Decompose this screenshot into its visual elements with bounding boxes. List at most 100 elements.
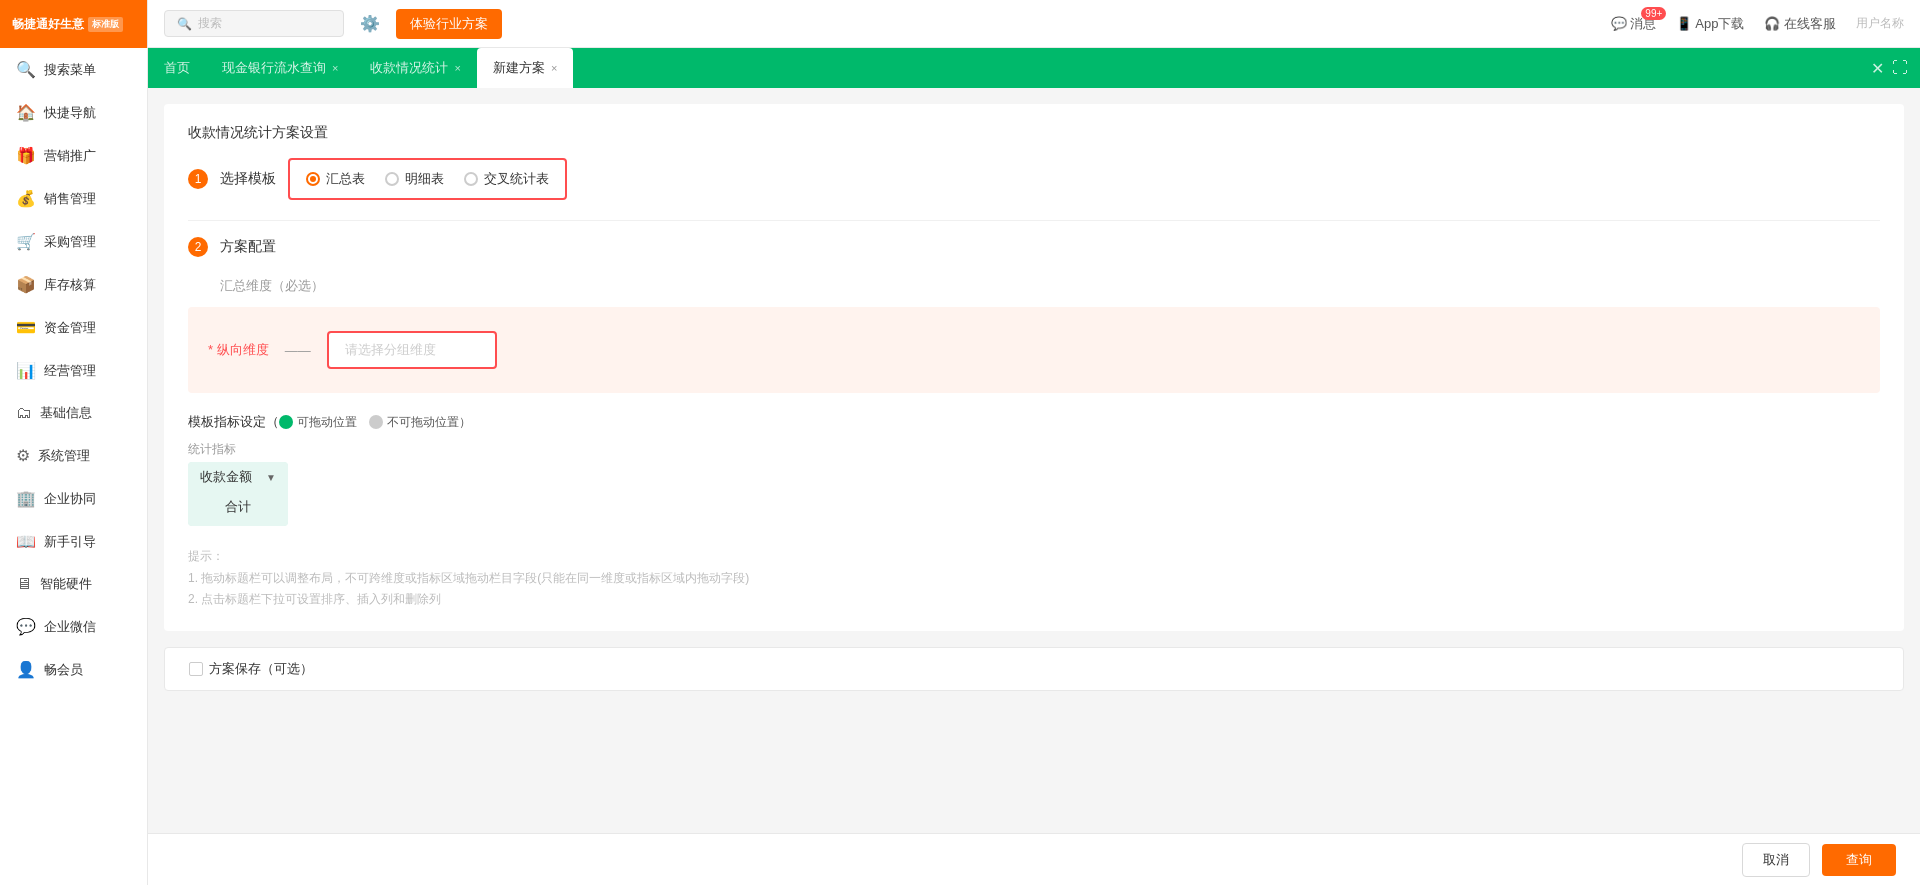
template-radio-group: 汇总表 明细表 交叉统计表 <box>306 170 549 188</box>
step1-badge: 1 <box>188 169 208 189</box>
tips-title: 提示： <box>188 549 224 563</box>
radio-cross[interactable]: 交叉统计表 <box>464 170 549 188</box>
logo-text: 畅捷通好生意 <box>12 16 84 33</box>
tab-新建方案[interactable]: 新建方案× <box>477 48 573 88</box>
tip1: 1. 拖动标题栏可以调整布局，不可跨维度或指标区域拖动栏目字段(只能在同一维度或… <box>188 568 1880 590</box>
sidebar-item-inventory[interactable]: 📦库存核算 <box>0 263 147 306</box>
download-label: App下载 <box>1695 16 1744 31</box>
tab-收款情况统计[interactable]: 收款情况统计× <box>354 48 476 88</box>
stats-group: 统计指标 收款金额 ▼ 合计 <box>188 441 288 526</box>
sidebar-label-purchase: 采购管理 <box>44 233 96 251</box>
sidebar-item-purchase[interactable]: 🛒 采购管理 <box>0 220 147 263</box>
sidebar-item-member[interactable]: 👤畅会员 <box>0 648 147 691</box>
headset-icon: 🎧 <box>1764 16 1780 31</box>
step2-section: 2 方案配置 汇总维度（必选） * 纵向维度 —— 请选择分组维度 <box>188 237 1880 611</box>
user-info[interactable]: 用户名称 <box>1856 15 1904 32</box>
sidebar-label-basic: 基础信息 <box>40 404 92 422</box>
download-btn[interactable]: 📱 App下载 <box>1676 15 1744 33</box>
settings-icon[interactable]: ⚙️ <box>360 14 380 33</box>
tab-close-icon[interactable]: × <box>454 62 460 74</box>
tab-close-icon[interactable]: × <box>551 62 557 74</box>
stats-group-label: 统计指标 <box>188 441 288 458</box>
metrics-tag-header[interactable]: 收款金额 ▼ <box>188 462 288 492</box>
header-right: 💬 消息 99+ 📱 App下载 🎧 在线客服 用户名称 <box>1611 15 1904 33</box>
non-draggable-indicator: 不可拖动位置） <box>369 414 471 431</box>
radio-summary[interactable]: 汇总表 <box>306 170 365 188</box>
metrics-section: 模板指标设定（ 可拖动位置 不可拖动位置） 统计指标 <box>188 413 1880 526</box>
radio-detail-circle <box>385 172 399 186</box>
tip2: 2. 点击标题栏下拉可设置排序、插入列和删除列 <box>188 589 1880 611</box>
sidebar-icon-capital: 💳 <box>16 318 36 337</box>
logo-version: 标准版 <box>88 17 123 32</box>
sidebar-label-wechat: 企业微信 <box>44 618 96 636</box>
tab-首页[interactable]: 首页 <box>148 48 206 88</box>
sidebar-label-system: 系统管理 <box>38 447 90 465</box>
sidebar-item-operations[interactable]: 📊经营管理 <box>0 349 147 392</box>
close-all-icon[interactable]: ✕ <box>1871 59 1884 78</box>
sidebar-icon-marketing: 🎁 <box>16 146 36 165</box>
draggable-indicator: 可拖动位置 <box>279 414 357 431</box>
sidebar-item-guide[interactable]: 📖新手引导 <box>0 520 147 563</box>
dimension-row: * 纵向维度 —— 请选择分组维度 <box>208 331 1860 369</box>
sidebar-item-basic[interactable]: 🗂基础信息 <box>0 392 147 434</box>
sidebar-icon-purchase: 🛒 <box>16 232 36 251</box>
radio-cross-label: 交叉统计表 <box>484 170 549 188</box>
template-selection: 汇总表 明细表 交叉统计表 <box>288 158 567 200</box>
tips-section: 提示： 1. 拖动标题栏可以调整布局，不可跨维度或指标区域拖动栏目字段(只能在同… <box>188 546 1880 611</box>
sidebar-icon-wechat: 💬 <box>16 617 36 636</box>
sidebar-item-wechat[interactable]: 💬 企业微信 <box>0 605 147 648</box>
radio-detail[interactable]: 明细表 <box>385 170 444 188</box>
step2-row: 2 方案配置 <box>188 237 1880 257</box>
tabs-actions: ✕ ⛶ <box>1859 59 1920 78</box>
sidebar-icon-member: 👤 <box>16 660 36 679</box>
industry-btn[interactable]: 体验行业方案 <box>396 9 502 39</box>
sidebar-icon-inventory: 📦 <box>16 275 36 294</box>
sidebar-icon-enterprise: 🏢 <box>16 489 36 508</box>
query-button[interactable]: 查询 <box>1822 844 1896 876</box>
save-checkbox-item[interactable]: 方案保存（可选） <box>189 660 313 678</box>
message-btn[interactable]: 💬 消息 99+ <box>1611 15 1657 33</box>
sidebar-item-system[interactable]: ⚙系统管理 <box>0 434 147 477</box>
cancel-button[interactable]: 取消 <box>1742 843 1810 877</box>
sidebar-icon-sales: 💰 <box>16 189 36 208</box>
sidebar-icon-operations: 📊 <box>16 361 36 380</box>
metrics-subtag: 合计 <box>188 492 288 526</box>
sidebar-label-sales: 销售管理 <box>44 190 96 208</box>
message-icon: 💬 <box>1611 16 1627 31</box>
sidebar-item-quick-nav[interactable]: 🏠 快捷导航 <box>0 91 147 134</box>
save-checkbox[interactable] <box>189 662 203 676</box>
tab-label: 现金银行流水查询 <box>222 59 326 77</box>
sidebar-icon-guide: 📖 <box>16 532 36 551</box>
search-placeholder: 搜索 <box>198 15 222 32</box>
tab-label: 首页 <box>164 59 190 77</box>
sidebar-item-capital[interactable]: 💳资金管理 <box>0 306 147 349</box>
tab-close-icon[interactable]: × <box>332 62 338 74</box>
dimension-selector[interactable]: 请选择分组维度 <box>327 331 497 369</box>
sidebar-item-hardware[interactable]: 🖥 智能硬件 <box>0 563 147 605</box>
main-area: 🔍 搜索 ⚙️ 体验行业方案 💬 消息 99+ 📱 App下载 🎧 在线客服 用… <box>148 0 1920 885</box>
page-title: 收款情况统计方案设置 <box>188 124 1880 142</box>
sidebar-icon-hardware: 🖥 <box>16 575 32 593</box>
metrics-tags: 收款金额 ▼ 合计 <box>188 462 288 526</box>
sidebar-item-marketing[interactable]: 🎁 营销推广 <box>0 134 147 177</box>
non-draggable-label: 不可拖动位置） <box>387 414 471 431</box>
sidebar-icon-quick-nav: 🏠 <box>16 103 36 122</box>
step1-row: 1 选择模板 汇总表 明细表 交叉统计表 <box>188 158 1880 200</box>
step2-badge: 2 <box>188 237 208 257</box>
save-section: 方案保存（可选） <box>164 647 1904 691</box>
sidebar-label-hardware: 智能硬件 <box>40 575 92 593</box>
radio-summary-circle <box>306 172 320 186</box>
tab-现金银行流水查询[interactable]: 现金银行流水查询 × <box>206 48 354 88</box>
sidebar-item-search[interactable]: 🔍搜索菜单 <box>0 48 147 91</box>
sidebar: 畅捷通好生意 标准版 🔍搜索菜单 🏠 快捷导航 🎁 营销推广 💰 销售管理 🛒 采购管理 📦库存核… <box>0 0 148 885</box>
search-box[interactable]: 🔍 搜索 <box>164 10 344 37</box>
dimension-area: * 纵向维度 —— 请选择分组维度 <box>188 307 1880 393</box>
row-dimension-label: * 纵向维度 <box>208 341 269 359</box>
sidebar-item-enterprise[interactable]: 🏢企业协同 <box>0 477 147 520</box>
step1-title: 选择模板 <box>220 170 276 188</box>
sidebar-label-marketing: 营销推广 <box>44 147 96 165</box>
sidebar-label-quick-nav: 快捷导航 <box>44 104 96 122</box>
service-btn[interactable]: 🎧 在线客服 <box>1764 15 1836 33</box>
sidebar-item-sales[interactable]: 💰 销售管理 <box>0 177 147 220</box>
expand-icon[interactable]: ⛶ <box>1892 59 1908 77</box>
